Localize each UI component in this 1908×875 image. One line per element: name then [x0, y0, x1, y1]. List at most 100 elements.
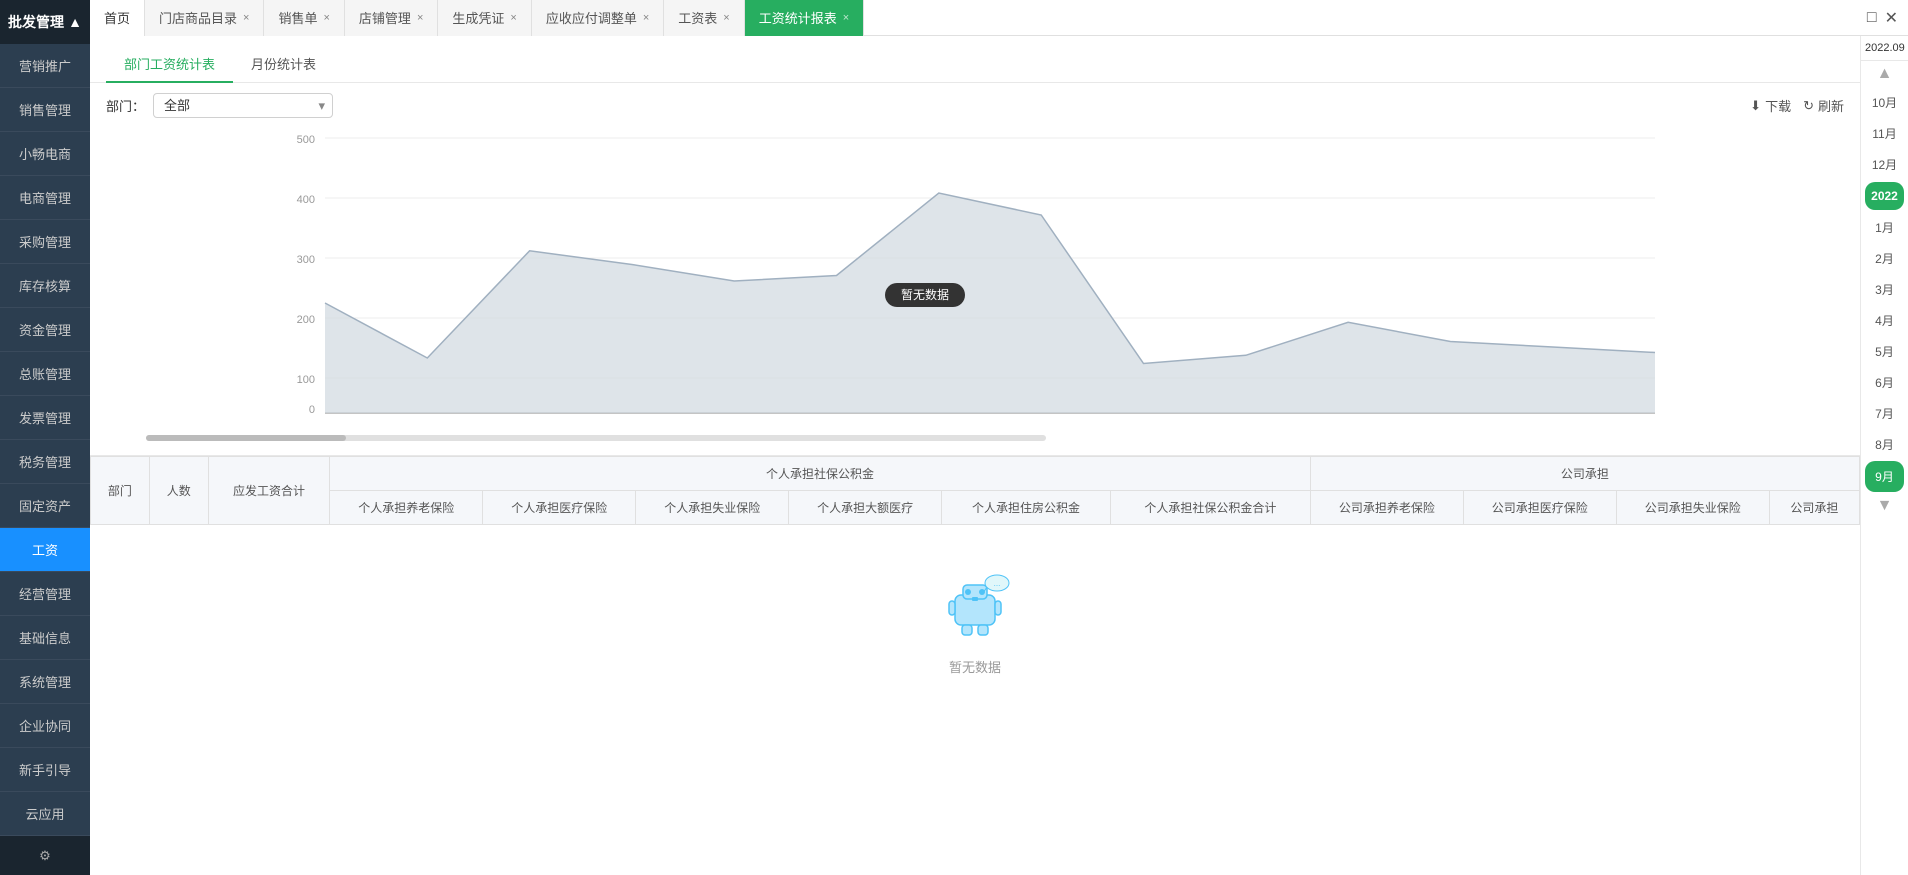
svg-text:暂无数据: 暂无数据 [901, 287, 949, 302]
sidebar-item-inventory[interactable]: 库存核算 [0, 264, 90, 308]
time-item-5月[interactable]: 5月 [1861, 336, 1908, 367]
sidebar-item-system[interactable]: 系统管理 [0, 660, 90, 704]
sidebar-item-marketing[interactable]: 营销推广 [0, 44, 90, 88]
download-btn[interactable]: ⬇ 下载 [1750, 96, 1791, 115]
col-p-housing: 个人承担住房公积金 [942, 491, 1111, 525]
sidebar-item-ledger[interactable]: 总账管理 [0, 352, 90, 396]
refresh-icon: ↻ [1803, 98, 1814, 114]
col-p-total: 个人承担社保公积金合计 [1110, 491, 1310, 525]
no-data-robot-icon: ... [935, 565, 1015, 645]
sidebar: 批发管理 ▲ 营销推广销售管理小畅电商电商管理采购管理库存核算资金管理总账管理发… [0, 0, 90, 875]
tab-label-home: 首页 [104, 8, 130, 27]
sidebar-item-invoice[interactable]: 发票管理 [0, 396, 90, 440]
col-total-salary: 应发工资合计 [208, 457, 330, 525]
sidebar-item-ecommerce-small[interactable]: 小畅电商 [0, 132, 90, 176]
time-item-9月[interactable]: 9月 [1865, 461, 1904, 492]
time-item-1月[interactable]: 1月 [1861, 212, 1908, 243]
refresh-btn[interactable]: ↻ 刷新 [1803, 96, 1844, 115]
tab-sales-order[interactable]: 销售单× [264, 0, 344, 36]
tab-close-sales-order[interactable]: × [323, 12, 329, 24]
tab-payroll-stats[interactable]: 工资统计报表 × [745, 0, 864, 36]
time-item-6月[interactable]: 6月 [1861, 367, 1908, 398]
main-area: 首页门店商品目录×销售单×店铺管理×生成凭证×应收应付调整单×工资表×工资统计报… [90, 0, 1908, 875]
chart-scrollbar[interactable] [146, 435, 1046, 441]
time-item-2月[interactable]: 2月 [1861, 243, 1908, 274]
sub-tab-dept-stats[interactable]: 部门工资统计表 [106, 46, 233, 83]
sub-tabs: 部门工资统计表月份统计表 [90, 36, 1860, 83]
svg-text:400: 400 [297, 194, 315, 206]
filter-row: 部门： 全部 [106, 93, 333, 118]
window-restore-btn[interactable]: □ [1867, 9, 1877, 27]
tab-close-ar-ap[interactable]: × [643, 12, 649, 24]
refresh-label: 刷新 [1818, 96, 1844, 115]
time-nav-up[interactable]: ▲ [1873, 61, 1897, 87]
tab-store-mgmt[interactable]: 店铺管理 × [345, 0, 438, 36]
col-personal-insurance: 个人承担社保公积金 [330, 457, 1311, 491]
time-item-7月[interactable]: 7月 [1861, 398, 1908, 429]
tab-close-store-catalog[interactable]: × [243, 12, 249, 24]
tab-production-cert[interactable]: 生成凭证× [438, 0, 531, 36]
sidebar-toggle-icon[interactable]: ▲ [68, 14, 82, 30]
sidebar-item-enterprise[interactable]: 企业协同 [0, 704, 90, 748]
chart-area: 500 400 300 200 100 0 [90, 128, 1860, 455]
col-company-insurance: 公司承担 [1310, 457, 1859, 491]
tab-payroll[interactable]: 工资表 × [664, 0, 744, 36]
sidebar-item-purchase[interactable]: 采购管理 [0, 220, 90, 264]
sidebar-settings[interactable]: ⚙ [0, 836, 90, 875]
tab-close-production-cert[interactable]: × [510, 12, 516, 24]
toolbar-row: 部门： 全部 ⬇ 下载 ↻ 刷新 [90, 83, 1860, 128]
sidebar-header[interactable]: 批发管理 ▲ [0, 0, 90, 44]
time-item-8月[interactable]: 8月 [1861, 429, 1908, 460]
col-p-major-medical: 个人承担大额医疗 [789, 491, 942, 525]
col-c-medical: 公司承担医疗保险 [1463, 491, 1616, 525]
tab-label-ar-ap: 应收应付调整单 [546, 8, 637, 27]
tab-close-payroll-stats[interactable]: × [843, 12, 849, 24]
time-item-10月[interactable]: 10月 [1861, 87, 1908, 118]
tab-label-store-mgmt: 店铺管理 [359, 8, 411, 27]
time-item-12月[interactable]: 12月 [1861, 149, 1908, 180]
col-c-unemployment: 公司承担失业保险 [1616, 491, 1769, 525]
col-c-pension: 公司承担养老保险 [1310, 491, 1463, 525]
tab-label-payroll-stats: 工资统计报表 [759, 8, 837, 27]
svg-text:...: ... [994, 579, 1001, 588]
tab-ar-ap[interactable]: 应收应付调整单 × [532, 0, 664, 36]
sidebar-item-finance[interactable]: 资金管理 [0, 308, 90, 352]
dept-select-wrapper[interactable]: 全部 [153, 93, 333, 118]
tab-store-catalog[interactable]: 门店商品目录 × [145, 0, 264, 36]
col-c-other: 公司承担 [1769, 491, 1859, 525]
tab-home[interactable]: 首页 [90, 0, 145, 36]
sidebar-item-basic[interactable]: 基础信息 [0, 616, 90, 660]
svg-text:200: 200 [297, 314, 315, 326]
time-item-2022[interactable]: 2022 [1865, 182, 1904, 210]
sidebar-item-cloud[interactable]: 云应用 [0, 792, 90, 836]
download-label: 下载 [1765, 96, 1791, 115]
sidebar-item-tax[interactable]: 税务管理 [0, 440, 90, 484]
no-data-area: ... 暂无数据 [90, 525, 1860, 716]
time-nav-down[interactable]: ▼ [1873, 493, 1897, 519]
col-dept: 部门 [91, 457, 150, 525]
download-icon: ⬇ [1750, 98, 1761, 114]
time-item-3月[interactable]: 3月 [1861, 274, 1908, 305]
time-item-4月[interactable]: 4月 [1861, 305, 1908, 336]
window-close-btn[interactable]: ✕ [1885, 8, 1898, 28]
tab-close-payroll[interactable]: × [723, 12, 729, 24]
time-item-11月[interactable]: 11月 [1861, 118, 1908, 149]
sidebar-item-operations[interactable]: 经营管理 [0, 572, 90, 616]
dept-select[interactable]: 全部 [153, 93, 333, 118]
sidebar-item-salary[interactable]: 工资 [0, 528, 90, 572]
tab-label-store-catalog: 门店商品目录 [159, 8, 237, 27]
page: 部门工资统计表月份统计表 部门： 全部 ⬇ 下载 [90, 36, 1860, 875]
sidebar-item-sales[interactable]: 销售管理 [0, 88, 90, 132]
col-p-medical: 个人承担医疗保险 [483, 491, 636, 525]
tab-close-store-mgmt[interactable]: × [417, 12, 423, 24]
sidebar-item-assets[interactable]: 固定资产 [0, 484, 90, 528]
svg-text:500: 500 [297, 134, 315, 146]
svg-text:100: 100 [297, 374, 315, 386]
sub-tab-month-stats[interactable]: 月份统计表 [233, 46, 334, 83]
sidebar-item-guide[interactable]: 新手引导 [0, 748, 90, 792]
svg-text:300: 300 [297, 254, 315, 266]
chart-svg: 500 400 300 200 100 0 [106, 128, 1844, 428]
sidebar-header-label: 批发管理 [8, 12, 64, 32]
sidebar-item-ecommerce[interactable]: 电商管理 [0, 176, 90, 220]
tab-label-payroll: 工资表 [678, 8, 717, 27]
